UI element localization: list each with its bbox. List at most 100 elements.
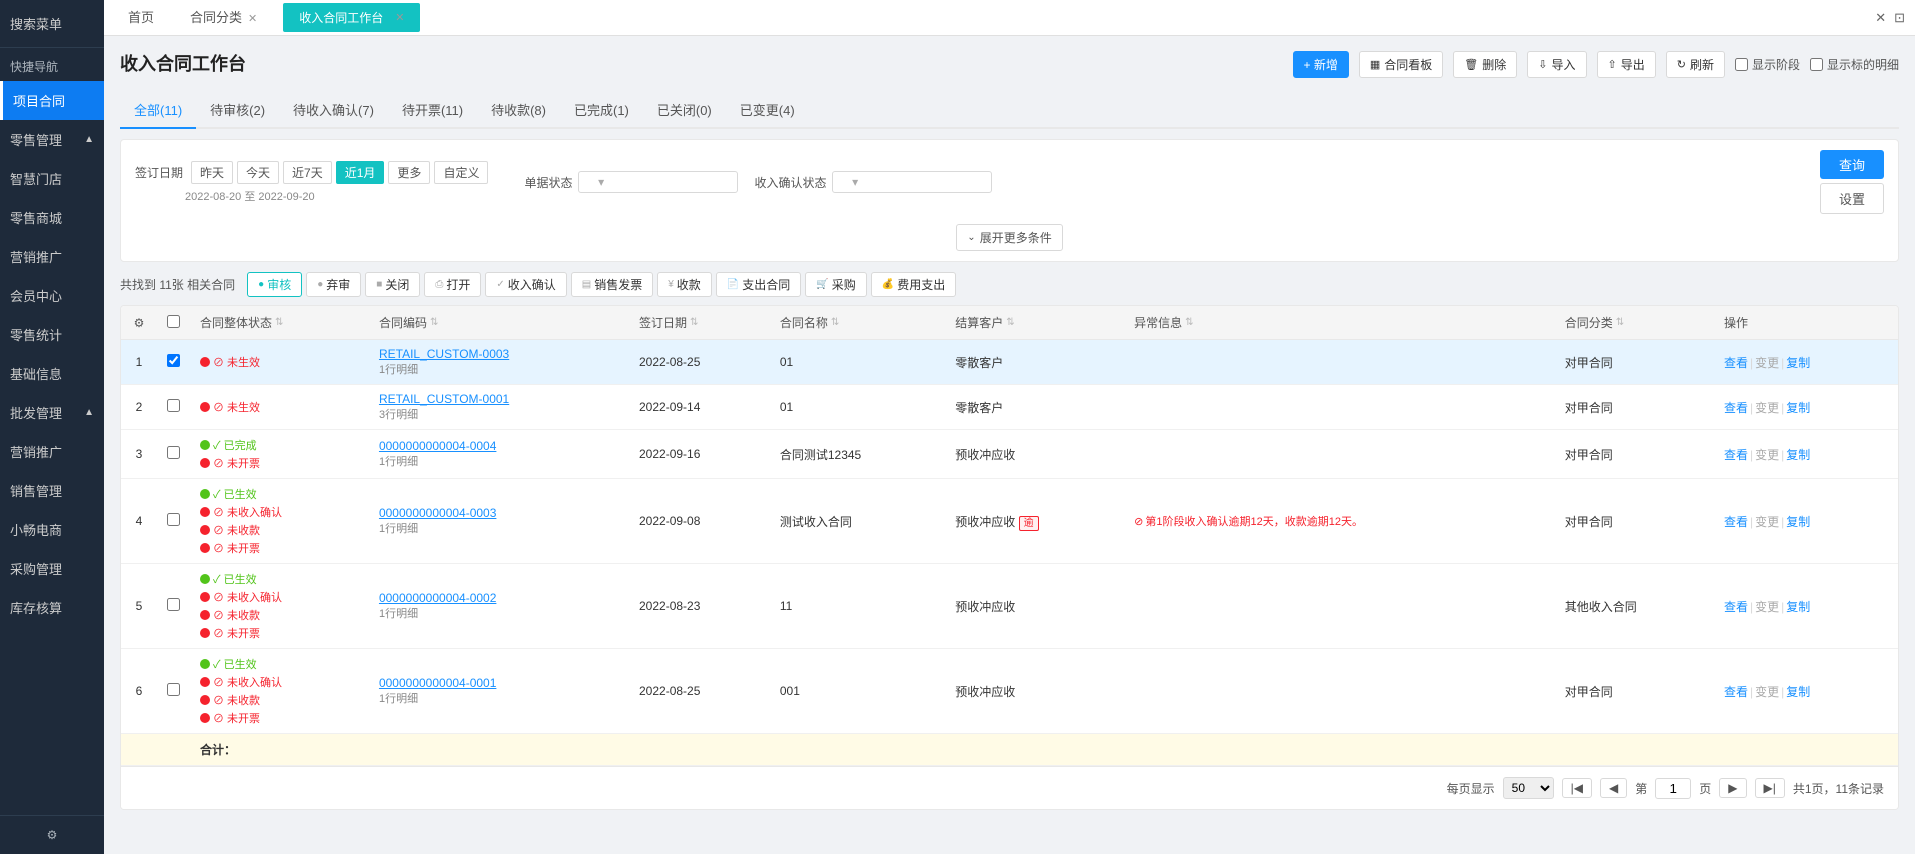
date-btn-2[interactable]: 近7天: [283, 161, 332, 184]
row-checkbox-1[interactable]: [167, 399, 180, 412]
change-btn-1[interactable]: 变更: [1755, 401, 1779, 415]
row-checkbox-0[interactable]: [167, 354, 180, 367]
sidebar-nav[interactable]: 快捷导航: [0, 48, 104, 81]
row-checkbox-5[interactable]: [167, 683, 180, 696]
tab-1[interactable]: 合同分类✕: [176, 0, 271, 36]
income-confirm-select[interactable]: ▾: [832, 171, 992, 193]
sidebar-item-13[interactable]: 库存核算: [0, 588, 104, 627]
income-confirm-button[interactable]: ✓ 收入确认: [485, 272, 566, 297]
row-code-4: 0000000000004-00021行明细: [369, 564, 629, 649]
sidebar-item-2[interactable]: 智慧门店: [0, 159, 104, 198]
change-btn-3[interactable]: 变更: [1755, 515, 1779, 529]
copy-btn-1[interactable]: 复制: [1786, 401, 1810, 415]
view-btn-4[interactable]: 查看: [1724, 600, 1748, 614]
status-tab-4[interactable]: 待收款(8): [477, 92, 560, 129]
per-page-select[interactable]: 50 100 200: [1503, 777, 1554, 799]
status-tab-6[interactable]: 已关闭(0): [643, 92, 726, 129]
tab-0[interactable]: 首页: [114, 0, 168, 36]
show-fields-checkbox[interactable]: 显示阶段: [1735, 56, 1800, 73]
code-link-5[interactable]: 0000000000004-0001: [379, 676, 496, 690]
view-btn-5[interactable]: 查看: [1724, 685, 1748, 699]
row-checkbox-4[interactable]: [167, 598, 180, 611]
print-button[interactable]: ⎙ 打开: [424, 272, 481, 297]
sidebar-item-8[interactable]: 批发管理▲: [0, 393, 104, 432]
sales-invoice-button[interactable]: ▤ 销售发票: [571, 272, 653, 297]
status-tab-7[interactable]: 已变更(4): [726, 92, 809, 129]
code-link-1[interactable]: RETAIL_CUSTOM-0001: [379, 392, 509, 406]
view-btn-2[interactable]: 查看: [1724, 448, 1748, 462]
resize-window-icon[interactable]: ⊡: [1894, 10, 1905, 26]
sidebar-item-4[interactable]: 营销推广: [0, 237, 104, 276]
doc-status-select[interactable]: ▾: [578, 171, 738, 193]
kanban-button[interactable]: ▦ 合同看板: [1359, 51, 1443, 78]
table-settings-icon[interactable]: ⚙: [131, 315, 147, 331]
date-btn-5[interactable]: 自定义: [434, 161, 488, 184]
date-btn-1[interactable]: 今天: [237, 161, 279, 184]
row-checkbox-3[interactable]: [167, 513, 180, 526]
code-link-3[interactable]: 0000000000004-0003: [379, 506, 496, 520]
expense-out-button[interactable]: 📄 支出合同: [716, 272, 801, 297]
change-btn-0[interactable]: 变更: [1755, 356, 1779, 370]
purchase-button[interactable]: 🛒 采购: [805, 272, 866, 297]
sidebar-item-6[interactable]: 零售统计: [0, 315, 104, 354]
copy-btn-4[interactable]: 复制: [1786, 600, 1810, 614]
expand-filter-button[interactable]: ⌄ 展开更多条件: [956, 224, 1062, 251]
sidebar-item-9[interactable]: 营销推广: [0, 432, 104, 471]
select-all-checkbox[interactable]: [167, 315, 180, 328]
tab-bar: 首页合同分类✕ 收入合同工作台✕ ✕ ⊡: [104, 0, 1915, 36]
sidebar-item-1[interactable]: 零售管理▲: [0, 120, 104, 159]
copy-btn-2[interactable]: 复制: [1786, 448, 1810, 462]
change-btn-4[interactable]: 变更: [1755, 600, 1779, 614]
sidebar-item-12[interactable]: 采购管理: [0, 549, 104, 588]
row-checkbox-2[interactable]: [167, 446, 180, 459]
query-button[interactable]: 查询: [1820, 150, 1884, 179]
show-detail-checkbox[interactable]: 显示标的明细: [1810, 56, 1899, 73]
delete-button[interactable]: 🗑 删除: [1453, 51, 1517, 78]
fee-out-button[interactable]: 💰 费用支出: [871, 272, 956, 297]
code-link-0[interactable]: RETAIL_CUSTOM-0003: [379, 347, 509, 361]
sidebar-item-10[interactable]: 销售管理: [0, 471, 104, 510]
close-window-icon[interactable]: ✕: [1875, 10, 1886, 26]
sidebar-settings[interactable]: ⚙: [0, 815, 104, 854]
new-button[interactable]: + 新增: [1293, 51, 1349, 78]
date-btn-3[interactable]: 近1月: [336, 161, 385, 184]
date-btn-4[interactable]: 更多: [388, 161, 430, 184]
sidebar-item-0[interactable]: 项目合同: [0, 81, 104, 120]
set-button[interactable]: 设置: [1820, 183, 1884, 214]
close-button[interactable]: ■ 关闭: [365, 272, 420, 297]
sidebar-item-3[interactable]: 零售商城: [0, 198, 104, 237]
copy-btn-3[interactable]: 复制: [1786, 515, 1810, 529]
code-link-4[interactable]: 0000000000004-0002: [379, 591, 496, 605]
export-button[interactable]: ⇧ 导出: [1597, 51, 1656, 78]
collection-button[interactable]: ¥ 收款: [657, 272, 712, 297]
copy-btn-0[interactable]: 复制: [1786, 356, 1810, 370]
audit-button[interactable]: ● 审核: [247, 272, 302, 297]
sidebar-item-11[interactable]: 小畅电商: [0, 510, 104, 549]
copy-btn-5[interactable]: 复制: [1786, 685, 1810, 699]
tab-2[interactable]: 收入合同工作台✕: [283, 3, 420, 32]
view-btn-0[interactable]: 查看: [1724, 356, 1748, 370]
status-tab-0[interactable]: 全部(11): [120, 92, 196, 129]
refresh-button[interactable]: ↻ 刷新: [1666, 51, 1725, 78]
change-btn-2[interactable]: 变更: [1755, 448, 1779, 462]
sidebar-item-5[interactable]: 会员中心: [0, 276, 104, 315]
sidebar-item-7[interactable]: 基础信息: [0, 354, 104, 393]
date-btn-0[interactable]: 昨天: [191, 161, 233, 184]
status-tab-2[interactable]: 待收入确认(7): [279, 92, 388, 129]
last-page-button[interactable]: ▶|: [1755, 778, 1785, 798]
code-link-2[interactable]: 0000000000004-0004: [379, 439, 496, 453]
change-btn-5[interactable]: 变更: [1755, 685, 1779, 699]
row-num-5: 6: [121, 649, 157, 734]
import-button[interactable]: ⇩ 导入: [1527, 51, 1586, 78]
sidebar-search[interactable]: 搜索菜单: [0, 0, 104, 48]
status-tab-5[interactable]: 已完成(1): [560, 92, 643, 129]
abandon-button[interactable]: ● 弃审: [306, 272, 361, 297]
first-page-button[interactable]: |◀: [1562, 778, 1592, 798]
view-btn-3[interactable]: 查看: [1724, 515, 1748, 529]
next-page-button[interactable]: ▶: [1719, 778, 1746, 798]
status-tab-3[interactable]: 待开票(11): [388, 92, 477, 129]
view-btn-1[interactable]: 查看: [1724, 401, 1748, 415]
page-number-input[interactable]: [1655, 778, 1691, 799]
prev-page-button[interactable]: ◀: [1600, 778, 1627, 798]
status-tab-1[interactable]: 待审核(2): [196, 92, 279, 129]
